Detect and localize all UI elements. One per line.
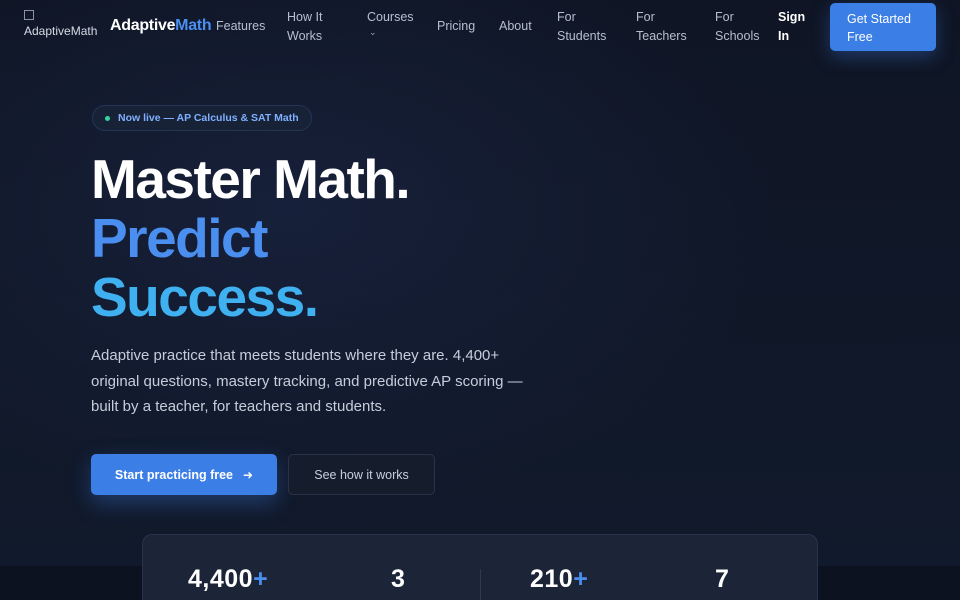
stat-questions: 4,400+ — [188, 565, 268, 594]
start-practicing-label: Start practicing free — [114, 467, 234, 482]
brand-part-2: Math — [175, 17, 212, 34]
headline-line-3: Success. — [91, 268, 409, 327]
sign-in-link[interactable]: Sign In — [778, 8, 812, 46]
broken-image-icon — [24, 10, 34, 20]
stat-value: 210 — [530, 565, 574, 593]
start-practicing-button[interactable]: Start practicing free ➜ — [91, 454, 277, 495]
nav-for-students[interactable]: For Students — [557, 8, 613, 46]
nav-for-schools[interactable]: For Schools — [715, 8, 765, 46]
headline-line-1: Master Math. — [91, 148, 411, 210]
top-navigation: AdaptiveMath AdaptiveMath Features How I… — [0, 0, 960, 52]
live-dot-icon — [105, 115, 110, 121]
logo-image[interactable]: AdaptiveMath — [24, 10, 108, 38]
hero-headline: Master Math. Predict Success. — [91, 148, 411, 327]
stats-divider — [480, 569, 481, 600]
headline-line-2: Predict — [91, 207, 268, 269]
live-badge: Now live — AP Calculus & SAT Math — [92, 105, 312, 131]
nav-about[interactable]: About — [499, 17, 532, 36]
get-started-button[interactable]: Get Started Free — [830, 3, 936, 51]
stat-value: 3 — [391, 565, 406, 593]
brand-part-1: Adaptive — [110, 17, 176, 34]
logo-alt-text: AdaptiveMath — [24, 24, 98, 38]
nav-courses-label: Courses — [367, 10, 414, 24]
headline-period: . — [303, 266, 319, 328]
stat-suffix: + — [253, 565, 269, 593]
nav-how-it-works[interactable]: How It Works — [287, 8, 347, 46]
nav-features[interactable]: Features — [216, 17, 265, 36]
stat-value: 4,400 — [188, 565, 254, 593]
stat-units: 7 — [715, 565, 729, 594]
brand-wordmark[interactable]: AdaptiveMath — [110, 17, 212, 35]
nav-pricing[interactable]: Pricing — [437, 17, 475, 36]
stat-courses: 3 — [391, 565, 405, 594]
headline-line-3-text: Success — [91, 266, 305, 328]
stat-suffix: + — [573, 565, 589, 593]
see-how-it-works-button[interactable]: See how it works — [288, 454, 435, 495]
nav-courses[interactable]: Courses ⌄ — [367, 8, 414, 37]
stat-skills: 210+ — [530, 565, 588, 594]
live-badge-text: Now live — AP Calculus & SAT Math — [118, 112, 299, 124]
arrow-right-icon: ➜ — [243, 467, 254, 482]
hero-subtitle: Adaptive practice that meets students wh… — [91, 347, 523, 415]
chevron-down-icon: ⌄ — [369, 27, 377, 37]
stat-value: 7 — [715, 565, 730, 593]
stats-panel: 4,400+ 3 210+ 7 — [142, 534, 818, 600]
nav-for-teachers[interactable]: For Teachers — [636, 8, 692, 46]
